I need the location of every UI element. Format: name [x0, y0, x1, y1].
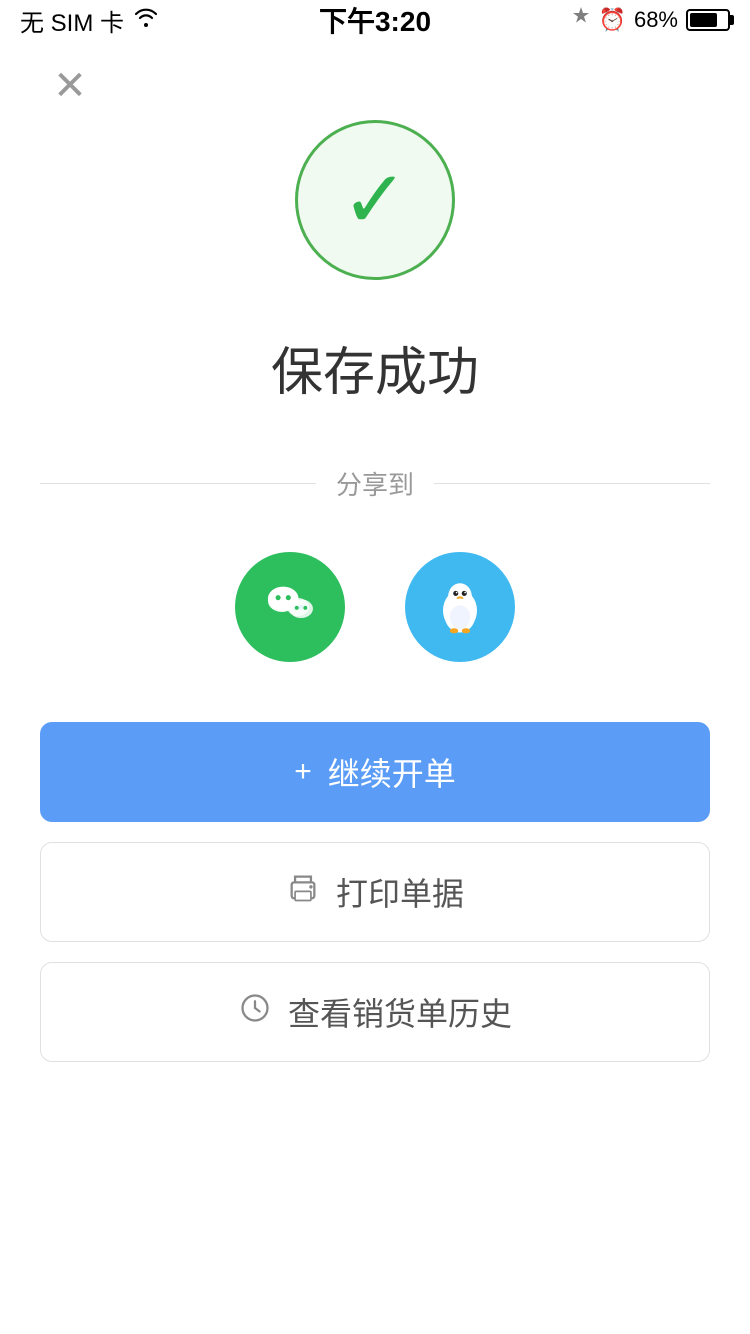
main-content: ✓ 保存成功 分享到 [0, 40, 750, 1334]
success-circle: ✓ [295, 120, 455, 280]
status-time: 下午3:20 [319, 0, 431, 40]
continue-label: 继续开单 [328, 749, 456, 795]
share-label: 分享到 [336, 465, 414, 502]
printer-icon [286, 871, 320, 913]
plus-icon: + [294, 755, 312, 789]
battery-percent: 68% [634, 7, 678, 33]
continue-button[interactable]: + 继续开单 [40, 722, 710, 822]
success-title: 保存成功 [271, 330, 479, 405]
share-section: 分享到 [0, 465, 750, 662]
alarm-icon: ⏰ [599, 7, 626, 33]
history-button[interactable]: 查看销货单历史 [40, 962, 710, 1062]
share-icons [40, 552, 710, 662]
print-button[interactable]: 打印单据 [40, 842, 710, 942]
no-sim-text: 无 SIM 卡 [20, 3, 124, 38]
status-right: ⏰ 68% [571, 6, 730, 34]
divider-right [434, 483, 710, 484]
action-buttons: + 继续开单 打印单据 查看销货单历史 [0, 722, 750, 1062]
divider-left [40, 483, 316, 484]
share-wechat-button[interactable] [235, 552, 345, 662]
wifi-icon [132, 6, 160, 35]
history-label: 查看销货单历史 [288, 989, 512, 1035]
share-divider: 分享到 [40, 465, 710, 502]
close-icon: ✕ [53, 66, 87, 106]
checkmark-icon: ✓ [341, 160, 408, 240]
close-button[interactable]: ✕ [40, 56, 100, 116]
status-left: 无 SIM 卡 [20, 3, 160, 38]
share-qq-button[interactable] [405, 552, 515, 662]
clock-icon [238, 991, 272, 1033]
qq-icon [426, 573, 494, 641]
status-bar: 无 SIM 卡 下午3:20 ⏰ 68% [0, 0, 750, 40]
battery-icon [686, 9, 730, 31]
location-icon [571, 6, 591, 34]
print-label: 打印单据 [336, 869, 464, 915]
wechat-logo [256, 573, 324, 641]
